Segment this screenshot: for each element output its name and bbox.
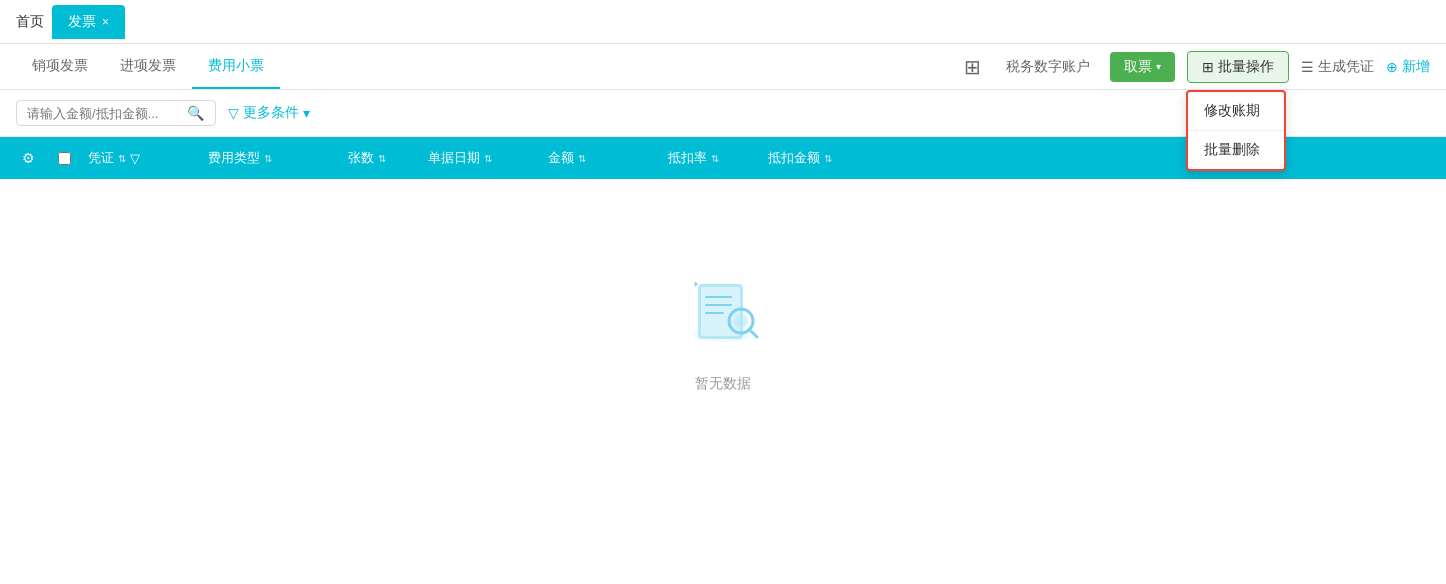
deduct-rate-sort-icon: ⇅ xyxy=(711,153,719,164)
add-icon: ⊕ xyxy=(1386,59,1398,75)
date-sort-icon: ⇅ xyxy=(484,153,492,164)
filter-arrow: ▾ xyxy=(303,105,310,121)
expense-type-sort-icon: ⇅ xyxy=(264,153,272,164)
search-input[interactable] xyxy=(27,106,187,121)
nav-expense[interactable]: 费用小票 xyxy=(192,45,280,89)
empty-illustration xyxy=(673,259,773,359)
col-count[interactable]: 张数 ⇅ xyxy=(340,149,420,167)
invoice-tab-label: 发票 xyxy=(68,13,96,31)
col-voucher[interactable]: 凭证 ⇅ ▽ xyxy=(80,149,200,167)
main-content: ⚙ 凭证 ⇅ ▽ 费用类型 ⇅ 张数 ⇅ 单据日期 ⇅ 金额 ⇅ 抵扣率 ⇅ xyxy=(0,137,1446,584)
voucher-sort-icon: ⇅ xyxy=(118,153,126,164)
col-expense-type-label: 费用类型 xyxy=(208,149,260,167)
batch-dropdown-menu: 修改账期 批量删除 xyxy=(1186,90,1286,171)
col-amount-label: 金额 xyxy=(548,149,574,167)
close-icon[interactable]: × xyxy=(102,15,109,29)
top-bar: 首页 发票 × xyxy=(0,0,1446,44)
col-deduct-rate[interactable]: 抵扣率 ⇅ xyxy=(660,149,760,167)
checkbox-all[interactable] xyxy=(58,152,71,165)
home-link[interactable]: 首页 xyxy=(16,13,44,31)
svg-point-7 xyxy=(734,314,748,328)
empty-state: 暂无数据 xyxy=(0,179,1446,473)
sub-nav: 销项发票 进项发票 费用小票 ⊞ 税务数字账户 取票 ▾ ⊞ 批量操作 ☰ 生成… xyxy=(0,44,1446,90)
settings-icon[interactable]: ⚙ xyxy=(8,150,48,166)
col-deduct-amount-label: 抵扣金额 xyxy=(768,149,820,167)
col-count-label: 张数 xyxy=(348,149,374,167)
batch-operation-button[interactable]: ⊞ 批量操作 xyxy=(1187,51,1289,83)
col-date[interactable]: 单据日期 ⇅ xyxy=(420,149,540,167)
col-date-label: 单据日期 xyxy=(428,149,480,167)
search-icon: 🔍 xyxy=(187,105,204,121)
col-expense-type[interactable]: 费用类型 ⇅ xyxy=(200,149,340,167)
filter-label: 更多条件 xyxy=(243,104,299,122)
generate-voucher-button[interactable]: ☰ 生成凭证 xyxy=(1301,58,1374,76)
nav-incoming[interactable]: 进项发票 xyxy=(104,45,192,89)
add-label: 新增 xyxy=(1402,58,1430,76)
empty-text: 暂无数据 xyxy=(695,375,751,393)
add-button[interactable]: ⊕ 新增 xyxy=(1386,58,1430,76)
generate-icon: ☰ xyxy=(1301,59,1314,75)
deduct-amount-sort-icon: ⇅ xyxy=(824,153,832,164)
filter-icon: ▽ xyxy=(228,105,239,121)
count-sort-icon: ⇅ xyxy=(378,153,386,164)
invoice-tab[interactable]: 发票 × xyxy=(52,5,125,39)
batch-icon: ⊞ xyxy=(1202,59,1214,75)
nav-sales[interactable]: 销项发票 xyxy=(16,45,104,89)
batch-label: 批量操作 xyxy=(1218,58,1274,76)
quepiao-arrow: ▾ xyxy=(1156,61,1161,72)
tax-account-button[interactable]: 税务数字账户 xyxy=(998,54,1098,80)
sub-nav-right: ⊞ 税务数字账户 取票 ▾ ⊞ 批量操作 ☰ 生成凭证 ⊕ 新增 xyxy=(958,51,1430,83)
search-wrap[interactable]: 🔍 xyxy=(16,100,216,126)
quepiao-button[interactable]: 取票 ▾ xyxy=(1110,52,1175,82)
col-voucher-label: 凭证 xyxy=(88,149,114,167)
col-deduct-rate-label: 抵扣率 xyxy=(668,149,707,167)
voucher-filter-icon: ▽ xyxy=(130,151,140,166)
col-amount[interactable]: 金额 ⇅ xyxy=(540,149,660,167)
batch-delete-item[interactable]: 批量删除 xyxy=(1188,131,1284,169)
select-all-checkbox[interactable] xyxy=(48,152,80,165)
generate-label: 生成凭证 xyxy=(1318,58,1374,76)
modify-period-item[interactable]: 修改账期 xyxy=(1188,92,1284,131)
qr-icon[interactable]: ⊞ xyxy=(958,53,986,81)
filter-button[interactable]: ▽ 更多条件 ▾ xyxy=(228,104,310,122)
col-deduct-amount[interactable]: 抵扣金额 ⇅ xyxy=(760,149,880,167)
amount-sort-icon: ⇅ xyxy=(578,153,586,164)
quepiao-label: 取票 xyxy=(1124,58,1152,76)
